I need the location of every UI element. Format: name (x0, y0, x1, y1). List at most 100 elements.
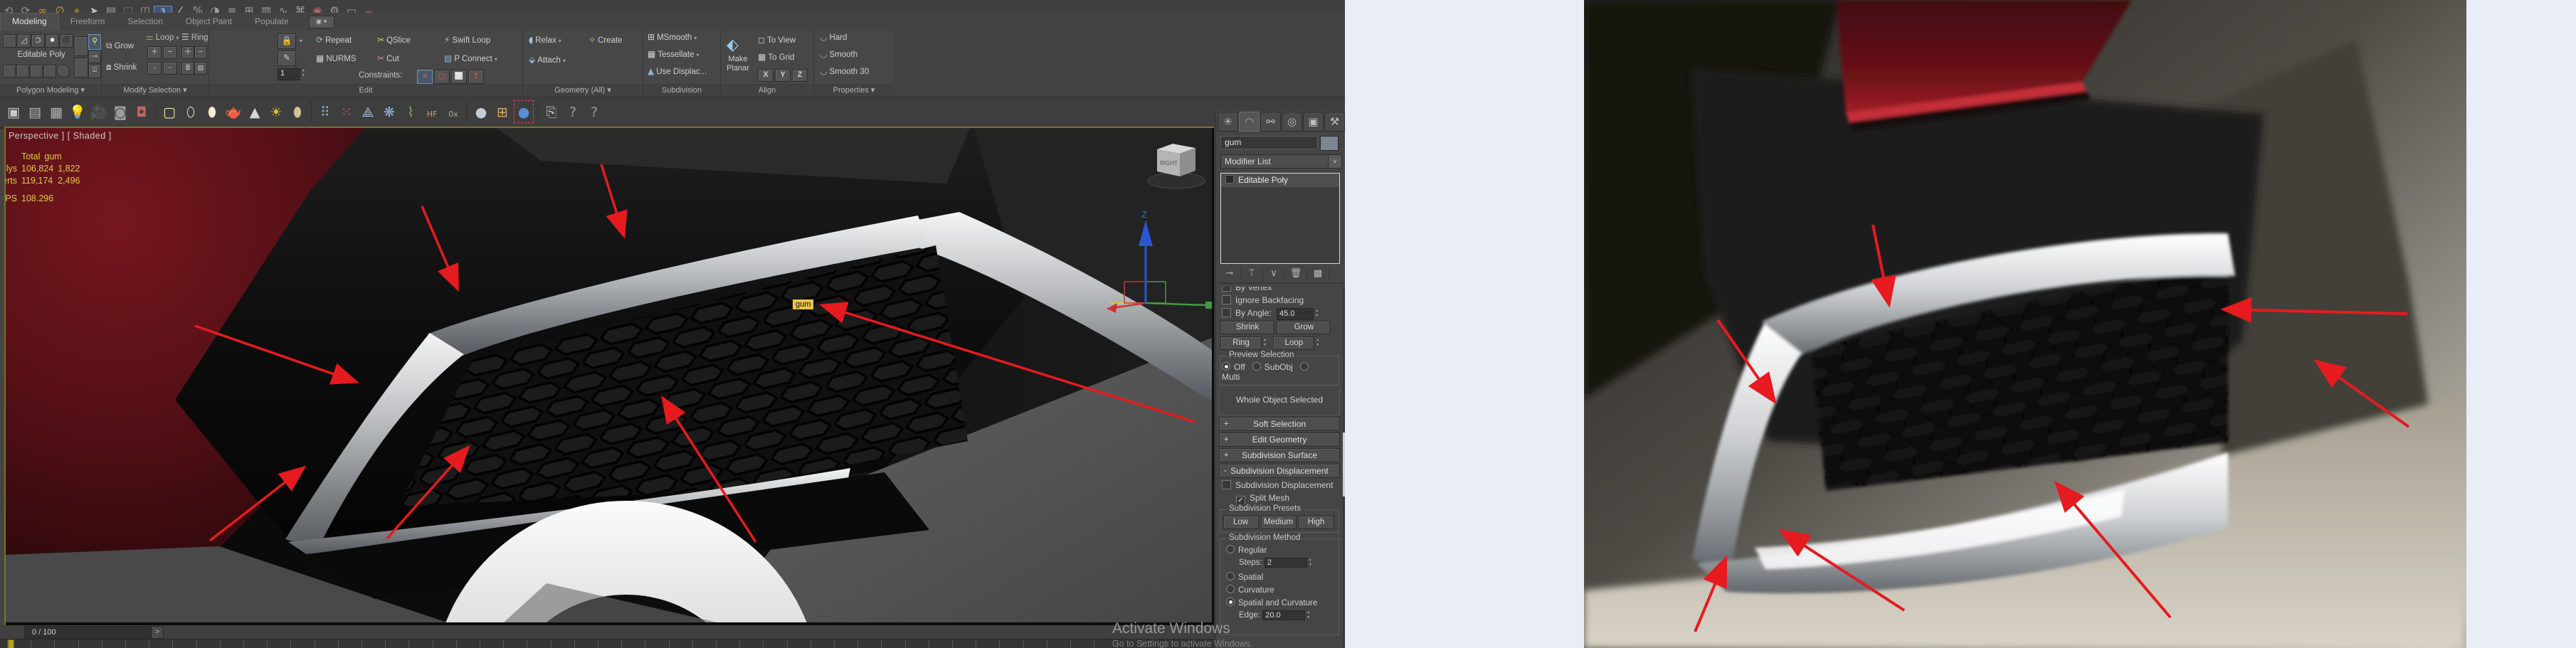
polygon-modeling-section-label[interactable]: Polygon Modeling ▾ (0, 84, 101, 97)
layer-manager-icon[interactable]: ⊞ (241, 0, 258, 13)
prev-modifier-icon[interactable] (74, 58, 88, 78)
method-radio-spatial-and-curvature[interactable]: Spatial and Curvature (1226, 597, 1337, 607)
film-camera-icon[interactable]: 🎥 (88, 100, 110, 124)
modify-tab[interactable]: ◠ (1239, 112, 1260, 132)
next-frame-button[interactable]: > (151, 626, 164, 639)
configure-modifier-sets-icon[interactable]: ▩ (1307, 267, 1329, 281)
material-editor-icon[interactable]: ◉ (309, 0, 326, 13)
cone-icon[interactable]: ▲ (244, 100, 265, 124)
balls-icon[interactable]: ⁙ (336, 100, 357, 124)
material-square-icon[interactable]: ▢ (159, 100, 180, 124)
render-frame-icon[interactable]: ▭ (343, 0, 360, 13)
mirror-icon[interactable]: ◑ (206, 0, 223, 13)
ring-list2-icon[interactable]: ▤ (194, 62, 207, 75)
curve-editor-icon[interactable]: ∿ (275, 0, 292, 13)
msmooth-button[interactable]: ⊞ MSmooth ▾ (648, 32, 697, 42)
cut-button[interactable]: ✂ Cut (377, 53, 399, 63)
constraint-none-icon[interactable]: ✕ (417, 70, 433, 84)
ribbon-config-button[interactable]: ▣ ▾ (308, 16, 334, 28)
constraint-face-icon[interactable]: ⬜ (451, 70, 467, 84)
egg-icon[interactable]: ⬮ (287, 100, 308, 124)
p-connect-button[interactable]: ▧ P Connect ▾ (444, 53, 497, 63)
modify-selection-section-label[interactable]: Modify Selection ▾ (102, 84, 208, 97)
bind-icon[interactable]: ⌖ (68, 0, 85, 13)
grass-icon[interactable]: ⌇ (400, 100, 421, 124)
environment-settings-icon[interactable]: ▦ (46, 100, 67, 124)
subdivision-section-label[interactable]: Subdivision (643, 84, 720, 97)
rock-icon[interactable]: ❋ (379, 100, 400, 124)
poly-sphere-icon[interactable] (57, 65, 70, 78)
loop-shrink-icon[interactable]: − (163, 46, 177, 59)
schematic-icon[interactable]: ⌘ (292, 0, 309, 13)
preset-medium-button[interactable]: Medium (1260, 516, 1297, 529)
steps-field[interactable]: 2 (1264, 558, 1307, 568)
light-tracer-icon[interactable]: 💡 (67, 100, 88, 124)
axis-y-button[interactable]: Y (775, 69, 791, 82)
ring-grow-icon[interactable]: ＋ (181, 46, 194, 59)
material-ball-lit-icon[interactable]: ⬮ (201, 100, 223, 124)
ribbon-tab-populate[interactable]: Populate (243, 13, 300, 30)
attach-button[interactable]: ⬙ Attach ▾ (529, 55, 566, 65)
properties-section-label[interactable]: Properties ▾ (814, 84, 894, 97)
rollout-subdivision-surface[interactable]: + Subdivision Surface (1219, 448, 1340, 462)
angle-snap-icon[interactable]: ∠ (172, 0, 189, 13)
align-icon[interactable]: ≡ (223, 0, 241, 13)
camera-speaker-icon[interactable]: ◙ (110, 100, 131, 124)
tessellate-button[interactable]: ▦ Tessellate ▾ (648, 49, 700, 59)
next-modifier-icon[interactable] (74, 36, 88, 56)
subdivision-displacement-checkbox[interactable]: Subdivision Displacement (1222, 480, 1343, 491)
use-displacement-button[interactable]: ▲ Use Displac... (648, 66, 707, 76)
angle-field[interactable]: 45.0 (1277, 308, 1314, 320)
ring-list1-icon[interactable]: ≣ (181, 62, 194, 75)
loop-grow-icon[interactable]: ＋ (147, 46, 162, 59)
axis-z-button[interactable]: Z (792, 69, 808, 82)
link-icon[interactable]: ∞ (34, 0, 51, 13)
help2-icon[interactable]: ? (584, 100, 605, 124)
ignore-backfacing-checkbox[interactable]: Ignore Backfacing (1222, 295, 1343, 306)
stack-row[interactable]: Editable Poly (1221, 174, 1339, 187)
ring-spinner[interactable] (1262, 338, 1268, 348)
axis-x-button[interactable]: X (758, 69, 774, 82)
remove-modifier-icon[interactable]: 🗑 (1285, 267, 1307, 281)
playhead[interactable] (8, 639, 14, 648)
geometry-all-section-label[interactable]: Geometry (All) ▾ (523, 84, 643, 97)
edge-subobject-icon[interactable]: ◿ (17, 34, 31, 48)
modifier-stack[interactable]: Editable Poly (1220, 173, 1340, 264)
render-icon[interactable]: ☕ (360, 0, 377, 13)
dot-grid-icon[interactable]: ⠿ (315, 100, 336, 124)
constraint-edge-icon[interactable]: ▢ (434, 70, 450, 84)
motion-tab[interactable]: ◎ (1282, 112, 1302, 132)
pin-icon[interactable]: ⊸ (88, 51, 101, 63)
help-icon[interactable]: ? (562, 100, 584, 124)
shrink-button[interactable]: ⧇ Shrink (106, 62, 137, 73)
border-subobject-icon[interactable]: Ɔ (31, 34, 45, 48)
preview-radio-off[interactable]: Off (1222, 362, 1245, 372)
unlink-icon[interactable]: ∅ (51, 0, 68, 13)
vertex-subobject-icon[interactable] (3, 34, 16, 48)
by-angle-checkbox[interactable]: By Angle: 45.0 (1222, 308, 1343, 320)
show-end-result-on-icon[interactable]: ⚲ (88, 34, 101, 50)
preset-high-button[interactable]: High (1298, 516, 1334, 529)
viewport-label[interactable]: [ Perspective ] [ Shaded ] (6, 131, 112, 141)
ring-button[interactable]: ☰ Ring (181, 32, 208, 42)
hierarchy-tab[interactable]: ⚯ (1260, 112, 1281, 132)
perspective-viewport[interactable]: Z RIGHT [ Perspective ] [ Shaded ] Total… (6, 128, 1212, 622)
render-setup-icon[interactable]: ⚙ (326, 0, 343, 13)
grow-button[interactable]: ⧉ Grow (106, 41, 134, 51)
loop-button[interactable]: ⚌ Loop ▾ (146, 32, 179, 42)
to-view-button[interactable]: ◻ To View (758, 35, 796, 45)
loop-spinner[interactable] (1314, 338, 1321, 348)
smooth-button[interactable]: ◡ Smooth (820, 49, 857, 59)
rollout-edit-geometry[interactable]: + Edit Geometry (1219, 432, 1340, 447)
method-radio-regular[interactable]: Regular (1226, 545, 1337, 555)
rendered-frame-window-icon[interactable]: ▣ (3, 100, 24, 124)
make-planar-button[interactable]: Make Planar (722, 55, 754, 73)
video-camera-red-icon[interactable]: ◘ (131, 100, 152, 124)
pin-stack-icon[interactable]: ⊸ (1219, 267, 1241, 281)
make-unique-icon[interactable]: ∨ (1263, 267, 1285, 281)
teapot-icon[interactable]: 🫖 (223, 100, 244, 124)
rollout-soft-selection[interactable]: + Soft Selection (1219, 417, 1340, 431)
collapse-stack-icon[interactable] (30, 65, 43, 78)
modifier-list-dropdown[interactable]: Modifier List ˅ (1220, 154, 1342, 169)
render-setup-list-icon[interactable]: ▤ (24, 100, 46, 124)
